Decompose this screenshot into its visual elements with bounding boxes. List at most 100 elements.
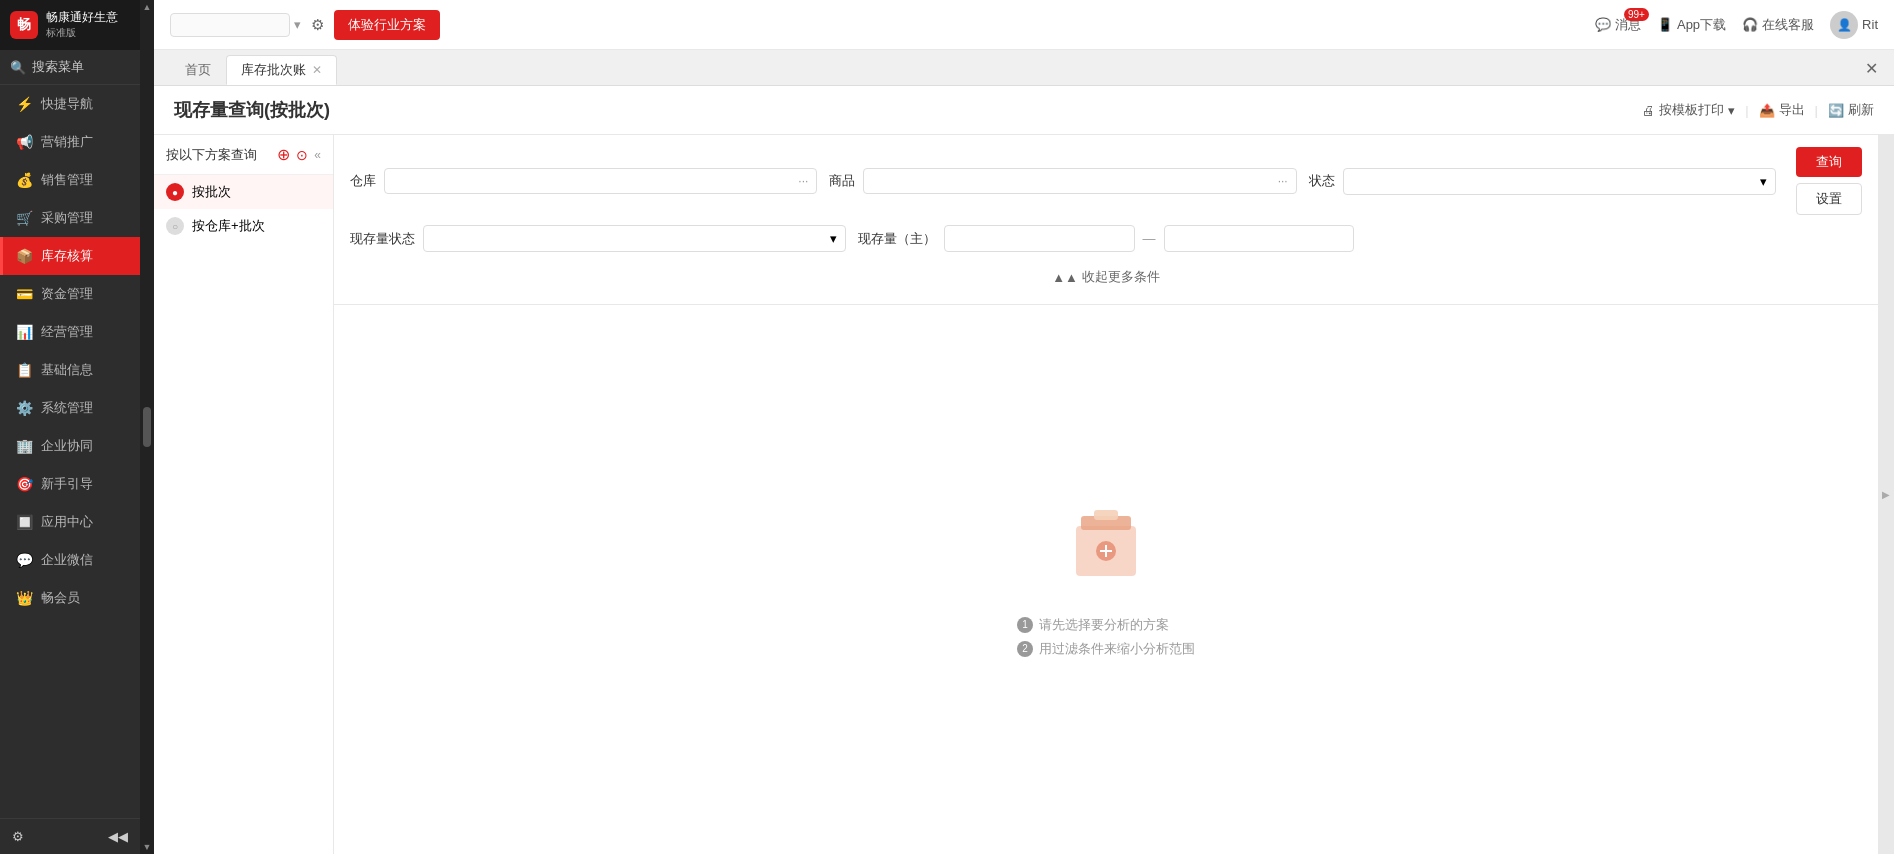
plan-item-by-warehouse-batch[interactable]: ○ 按仓库+批次 [154,209,333,243]
warehouse-more[interactable]: ··· [798,174,808,188]
sidebar-nav: ⚡ 快捷导航 📢 营销推广 💰 销售管理 🛒 采购管理 📦 库存核算 💳 资金管… [0,85,140,818]
export-btn[interactable]: 📤 导出 [1759,101,1805,119]
topbar-dropdown-icon[interactable]: ▾ [294,17,301,32]
tab-close-icon[interactable]: ✕ [312,63,322,77]
sidebar-item-system[interactable]: ⚙️ 系统管理 [0,389,140,427]
print-dropdown-icon[interactable]: ▾ [1728,103,1735,118]
status-select[interactable]: ▾ [1343,168,1776,195]
sidebar-item-finance[interactable]: 💳 资金管理 [0,275,140,313]
collapse-sidebar-icon[interactable]: ◀◀ [108,829,128,844]
system-icon: ⚙️ [15,400,33,416]
sidebar-item-label: 采购管理 [41,209,93,227]
member-icon: 👑 [15,590,33,606]
collapse-panel-btn[interactable]: « [314,148,321,162]
sidebar-item-label: 基础信息 [41,361,93,379]
settings-btn[interactable]: 设置 [1796,183,1862,215]
stock-status-select[interactable]: ▾ [423,225,846,252]
sidebar-item-label: 经营管理 [41,323,93,341]
sidebar-item-sales[interactable]: 💰 销售管理 [0,161,140,199]
refresh-btn[interactable]: 🔄 刷新 [1828,101,1874,119]
sidebar-item-inventory[interactable]: 📦 库存核算 [0,237,140,275]
sidebar-item-appstore[interactable]: 🔲 应用中心 [0,503,140,541]
tab-inventory-batch[interactable]: 库存批次账 ✕ [226,55,337,85]
right-panel-collapse-icon: ▶ [1881,489,1892,500]
experience-btn[interactable]: 体验行业方案 [334,10,440,40]
left-panel: 按以下方案查询 ⊕ ⊙ « ● 按批次 ○ 按仓库+批次 [154,135,334,854]
appstore-icon: 🔲 [15,514,33,530]
filter-area: 仓库 ··· 商品 ··· [334,135,1878,305]
filter-row-2: 现存量状态 ▾ 现存量（主） — [350,225,1862,252]
phone-icon: 📱 [1657,17,1673,32]
scroll-down-btn[interactable]: ▼ [143,842,152,852]
sidebar-item-enterprise[interactable]: 🏢 企业协同 [0,427,140,465]
close-all-tabs-btn[interactable]: ✕ [1865,58,1878,77]
plan-icon-active: ● [166,183,184,201]
sidebar-search-label: 搜索菜单 [32,58,84,76]
sidebar-item-member[interactable]: 👑 畅会员 [0,579,140,617]
basic-icon: 📋 [15,362,33,378]
add-plan-btn[interactable]: ⊕ [277,145,290,164]
tab-home[interactable]: 首页 [170,55,226,85]
sidebar-search[interactable]: 🔍 搜索菜单 [0,50,140,85]
sales-icon: 💰 [15,172,33,188]
topbar-search-input[interactable] [170,13,290,37]
sidebar-item-marketing[interactable]: 📢 营销推广 [0,123,140,161]
operations-icon: 📊 [15,324,33,340]
query-btn[interactable]: 查询 [1796,147,1862,177]
online-service-label: 在线客服 [1762,16,1814,34]
topbar-right: 💬 消息 99+ 📱 App下载 🎧 在线客服 👤 Rit [1595,11,1878,39]
sidebar-item-weixin[interactable]: 💬 企业微信 [0,541,140,579]
user-avatar-icon: 👤 [1837,18,1852,32]
stock-qty-from-input[interactable] [944,225,1135,252]
topbar-gear-icon[interactable]: ⚙ [311,16,324,34]
app-download-label: App下载 [1677,16,1726,34]
right-close-panel[interactable]: ▶ [1878,135,1894,854]
product-more[interactable]: ··· [1278,174,1288,188]
app-title: 畅康通好生意 [46,10,118,26]
purchase-icon: 🛒 [15,210,33,226]
filter-stock-status: 现存量状态 ▾ [350,225,846,252]
stock-status-dropdown-icon: ▾ [830,231,837,246]
sidebar-footer: ⚙ ◀◀ [0,818,140,854]
settings-icon[interactable]: ⚙ [12,829,24,844]
user-profile-btn[interactable]: 👤 Rit [1830,11,1878,39]
plan-label-by-warehouse-batch: 按仓库+批次 [192,217,265,235]
export-icon: 📤 [1759,103,1775,118]
sidebar-item-basic[interactable]: 📋 基础信息 [0,351,140,389]
print-template-label: 按模板打印 [1659,101,1724,119]
messages-btn[interactable]: 💬 消息 99+ [1595,16,1641,34]
marketing-icon: 📢 [15,134,33,150]
scroll-up-btn[interactable]: ▲ [143,2,152,12]
sidebar-item-purchase[interactable]: 🛒 采购管理 [0,199,140,237]
main-area: ▾ ⚙ 体验行业方案 💬 消息 99+ 📱 App下载 🎧 在线客服 👤 [154,0,1894,854]
weixin-icon: 💬 [15,552,33,568]
app-download-btn[interactable]: 📱 App下载 [1657,16,1726,34]
content-area: 现存量查询(按批次) 🖨 按模板打印 ▾ | 📤 导出 | 🔄 刷新 [154,86,1894,854]
warehouse-input[interactable]: ··· [384,168,817,194]
body-area: 按以下方案查询 ⊕ ⊙ « ● 按批次 ○ 按仓库+批次 [154,135,1894,854]
left-panel-title: 按以下方案查询 [166,146,257,164]
page-header: 现存量查询(按批次) 🖨 按模板打印 ▾ | 📤 导出 | 🔄 刷新 [154,86,1894,135]
sidebar-item-label: 销售管理 [41,171,93,189]
sidebar-item-label: 企业协同 [41,437,93,455]
sidebar-item-newbie[interactable]: 🎯 新手引导 [0,465,140,503]
settings-plan-btn[interactable]: ⊙ [296,147,308,163]
sidebar-item-label: 系统管理 [41,399,93,417]
product-input[interactable]: ··· [863,168,1296,194]
topbar-input-area: ▾ [170,13,301,37]
sidebar-item-label: 畅会员 [41,589,80,607]
stock-qty-to-input[interactable] [1164,225,1355,252]
warehouse-label: 仓库 [350,172,376,190]
stock-status-label: 现存量状态 [350,230,415,248]
left-panel-header: 按以下方案查询 ⊕ ⊙ « [154,135,333,175]
sidebar-item-shortcuts[interactable]: ⚡ 快捷导航 [0,85,140,123]
sidebar-item-operations[interactable]: 📊 经营管理 [0,313,140,351]
page-title: 现存量查询(按批次) [174,98,330,122]
shortcuts-icon: ⚡ [15,96,33,112]
sidebar-header: 畅 畅康通好生意 标准版 [0,0,140,50]
online-service-btn[interactable]: 🎧 在线客服 [1742,16,1814,34]
app-logo: 畅 [10,11,38,39]
collapse-more-btn[interactable]: ▲▲ 收起更多条件 [350,262,1862,292]
print-template-btn[interactable]: 🖨 按模板打印 ▾ [1642,101,1735,119]
plan-item-by-batch[interactable]: ● 按批次 [154,175,333,209]
